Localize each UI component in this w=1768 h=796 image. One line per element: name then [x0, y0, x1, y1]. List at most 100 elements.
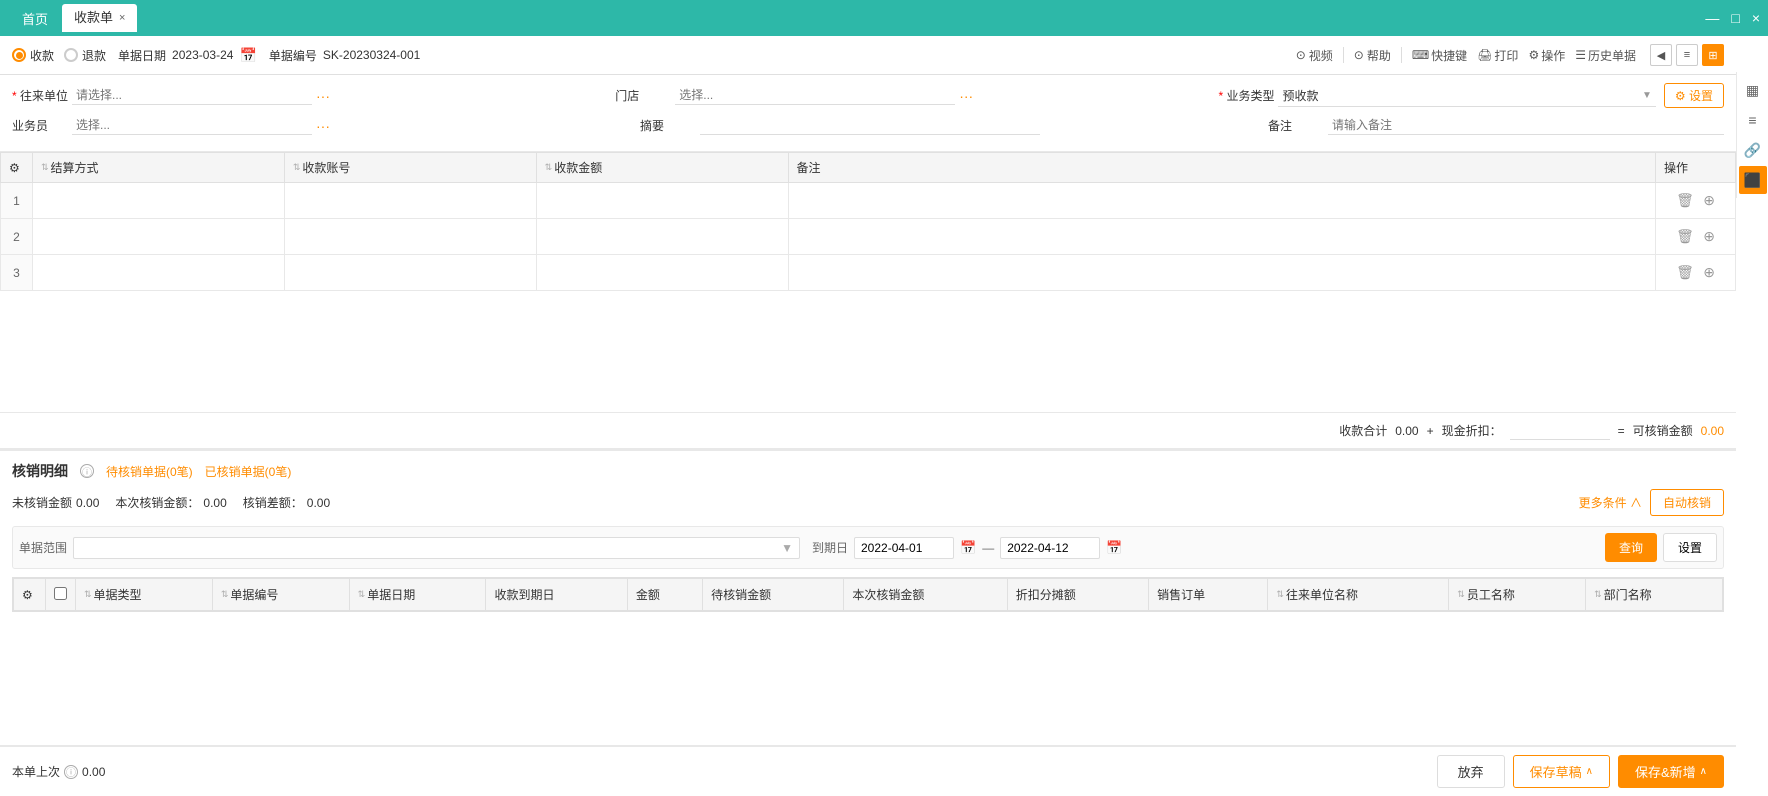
row-note-3[interactable]	[788, 255, 1656, 291]
view-active-btn[interactable]: ⊞	[1702, 44, 1724, 66]
abandon-button[interactable]: 放弃	[1437, 755, 1505, 788]
bill-range-field: 单据范围 ▼	[19, 537, 800, 559]
minimize-icon[interactable]: —	[1705, 10, 1719, 26]
bill-range-label: 单据范围	[19, 539, 67, 556]
summary-input[interactable]	[700, 116, 1040, 135]
tab-active[interactable]: 收款单 ×	[62, 4, 137, 32]
shortcut-icon: ⌨	[1412, 48, 1429, 62]
right-panel-btn-1[interactable]: ▦	[1739, 76, 1767, 104]
store-field: 门店 ···	[615, 86, 1198, 105]
nuclear-info-icon[interactable]: ⓘ	[80, 464, 94, 478]
sort-dept: ⇅	[1594, 589, 1602, 600]
pending-tab[interactable]: 待核销单据(0笔)	[106, 463, 193, 480]
view-prev-btn[interactable]: ◀	[1650, 44, 1672, 66]
row-copy-btn-2[interactable]: ⊕	[1700, 226, 1718, 247]
nth-counterpart-label: 往来单位名称	[1286, 586, 1358, 603]
due-date-field: 到期日 📅 — 📅	[812, 537, 1593, 559]
account-label: 收款账号	[302, 159, 350, 176]
view-list-btn[interactable]: ≡	[1676, 44, 1698, 66]
row-account-1[interactable]	[284, 183, 536, 219]
row-settlement-3[interactable]	[33, 255, 285, 291]
row-amount-3[interactable]	[536, 255, 788, 291]
discount-input[interactable]	[1510, 421, 1610, 440]
staff-more-icon[interactable]: ···	[316, 118, 330, 134]
uncancelled-label: 未核销金额	[12, 494, 72, 511]
store-label: 门店	[615, 87, 675, 104]
toolbar-divider-2	[1401, 47, 1402, 63]
due-date-label: 到期日	[812, 539, 848, 556]
operation-btn[interactable]: ⚙ 操作	[1528, 47, 1565, 64]
row-settlement-2[interactable]	[33, 219, 285, 255]
nuclear-setting-btn[interactable]: 设置	[1663, 533, 1717, 562]
tab-home[interactable]: 首页	[8, 9, 62, 28]
business-type-select[interactable]: 预收款 ▼	[1278, 85, 1655, 107]
row-note-2[interactable]	[788, 219, 1656, 255]
close-icon[interactable]: ×	[1752, 10, 1760, 26]
row-action-3: 🗑 ⊕	[1656, 255, 1736, 291]
row-account-2[interactable]	[284, 219, 536, 255]
note-input[interactable]	[1328, 116, 1724, 135]
content-area: 收款 退款 单据日期 2023-03-24 📅 单据编号 SK-20230324…	[0, 36, 1736, 796]
query-button[interactable]: 查询	[1605, 533, 1657, 562]
diff-value: 0.00	[307, 496, 330, 510]
print-btn[interactable]: 🖨 打印	[1477, 47, 1518, 64]
business-type-label: 业务类型	[1218, 87, 1278, 104]
data-table: ⚙ ⇅ 结算方式 ⇅ 收款账号	[0, 152, 1736, 291]
shortcut-btn[interactable]: ⌨ 快捷键	[1412, 47, 1467, 64]
date-from-input[interactable]	[854, 537, 954, 559]
help-btn[interactable]: ⊙ 帮助	[1354, 47, 1391, 64]
row-account-3[interactable]	[284, 255, 536, 291]
nuclear-gear-th[interactable]: ⚙	[14, 579, 46, 611]
more-conditions-btn[interactable]: 更多条件 ∧	[1579, 494, 1642, 511]
tab-close-icon[interactable]: ×	[119, 4, 125, 32]
nth-pending: 待核销金额	[703, 579, 844, 611]
video-btn[interactable]: ⊙ 视频	[1296, 47, 1333, 64]
save-button[interactable]: 保存&新增 ∧	[1618, 755, 1724, 788]
sort-icon-account: ⇅	[293, 162, 301, 173]
staff-input[interactable]	[72, 116, 312, 135]
row-amount-1[interactable]	[536, 183, 788, 219]
note-label: 备注	[1268, 117, 1328, 134]
row-amount-2[interactable]	[536, 219, 788, 255]
radio-shoukuan[interactable]: 收款	[12, 47, 54, 64]
row-delete-btn-2[interactable]: 🗑	[1673, 226, 1697, 247]
auto-cancel-btn[interactable]: 自动核销	[1650, 489, 1724, 516]
bottom-info-icon[interactable]: ⓘ	[64, 765, 78, 779]
date-to-cal-icon[interactable]: 📅	[1106, 540, 1122, 556]
nth-bill-date: ⇅ 单据日期	[349, 579, 486, 611]
this-cancel-stat: 本次核销金额： 0.00	[115, 494, 226, 511]
form-area: 往来单位 ··· 门店 ··· 业务类型 预收款	[0, 75, 1736, 152]
sort-icon-settlement: ⇅	[41, 162, 49, 173]
row-delete-btn-3[interactable]: 🗑	[1673, 262, 1697, 283]
row-action-2: 🗑 ⊕	[1656, 219, 1736, 255]
bill-range-select[interactable]: ▼	[73, 537, 800, 559]
calendar-icon[interactable]: 📅	[239, 47, 256, 64]
row-num-3: 3	[1, 255, 33, 291]
row-settlement-1[interactable]	[33, 183, 285, 219]
history-btn[interactable]: ☰ 历史单据	[1575, 47, 1636, 64]
counterpart-input[interactable]	[72, 86, 312, 105]
date-from-cal-icon[interactable]: 📅	[960, 540, 976, 556]
right-panel-btn-3[interactable]: 🔗	[1739, 136, 1767, 164]
row-delete-btn-1[interactable]: 🗑	[1673, 190, 1697, 211]
store-more-icon[interactable]: ···	[959, 88, 973, 104]
store-input[interactable]	[675, 86, 955, 105]
setting-button[interactable]: ⚙ 设置	[1664, 83, 1724, 108]
counterpart-more-icon[interactable]: ···	[316, 88, 330, 104]
row-note-1[interactable]	[788, 183, 1656, 219]
date-to-input[interactable]	[1000, 537, 1100, 559]
maximize-icon[interactable]: □	[1731, 10, 1739, 26]
radio-tuikuan[interactable]: 退款	[64, 47, 106, 64]
row-copy-btn-3[interactable]: ⊕	[1700, 262, 1718, 283]
right-panel-btn-2[interactable]: ≡	[1739, 106, 1767, 134]
search-row: 单据范围 ▼ 到期日 📅 — 📅	[12, 526, 1724, 569]
print-label: 打印	[1494, 47, 1518, 64]
draft-button[interactable]: 保存草稿 ∧	[1513, 755, 1610, 788]
table-gear-th[interactable]: ⚙	[1, 153, 33, 183]
row-copy-btn-1[interactable]: ⊕	[1700, 190, 1718, 211]
right-panel-btn-4[interactable]: ⬛	[1739, 166, 1767, 194]
th-action: 操作	[1656, 153, 1736, 183]
counterpart-field: 往来单位 ···	[12, 86, 595, 105]
nuclear-select-all[interactable]	[54, 587, 67, 600]
done-tab[interactable]: 已核销单据(0笔)	[205, 463, 292, 480]
